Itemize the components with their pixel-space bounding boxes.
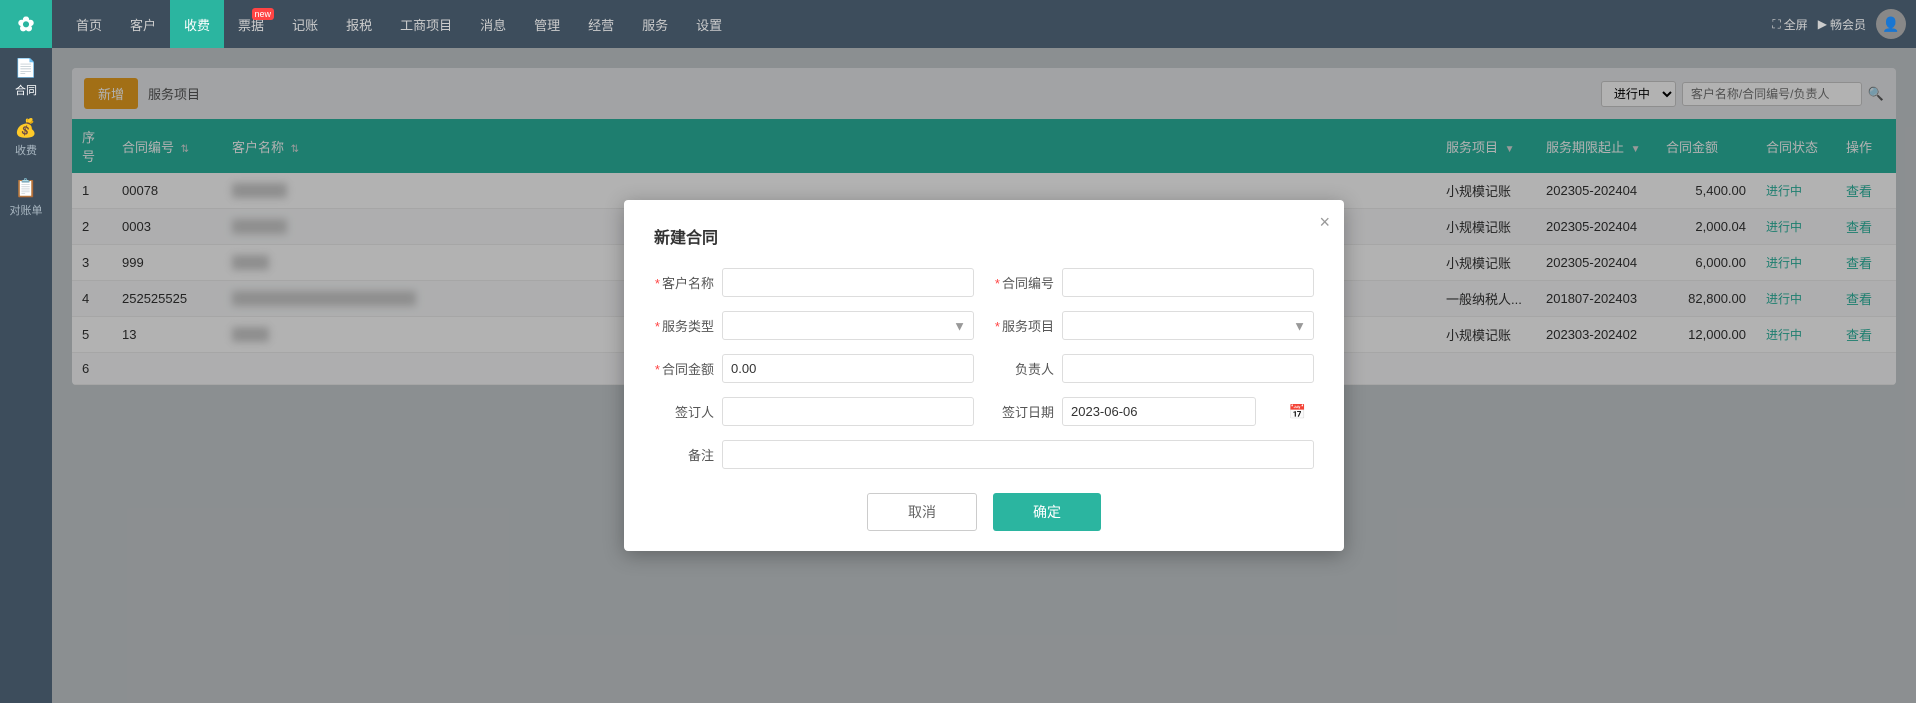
dialog-overlay: 新建合同 × *客户名称 *合同编号 bbox=[52, 48, 1916, 703]
remark-label: 备注 bbox=[654, 445, 714, 464]
reconcile-icon: 📋 bbox=[15, 178, 37, 199]
nav-operate[interactable]: 经营 bbox=[574, 0, 628, 48]
cancel-button[interactable]: 取消 bbox=[867, 493, 977, 531]
calendar-icon[interactable]: 📅 bbox=[1289, 403, 1306, 420]
sidebar-item-receipt[interactable]: 💰 收费 bbox=[0, 108, 52, 168]
customer-name-label: *客户名称 bbox=[654, 273, 714, 292]
responsible-label: 负责人 bbox=[994, 359, 1054, 378]
date-wrap: 📅 bbox=[1062, 397, 1314, 426]
nav-ledger[interactable]: 记账 bbox=[278, 0, 332, 48]
service-item-select-wrap: ▼ bbox=[1062, 311, 1314, 340]
contract-amount-row: *合同金额 bbox=[654, 354, 974, 383]
contract-icon: 📄 bbox=[15, 58, 37, 79]
dialog-footer: 取消 确定 bbox=[654, 493, 1314, 531]
main-area: 首页 客户 收费 票据 new 记账 报税 工商项目 消息 管理 经营 服务 设… bbox=[52, 0, 1916, 703]
signer-row: 签订人 bbox=[654, 397, 974, 426]
nav-manage[interactable]: 管理 bbox=[520, 0, 574, 48]
avatar[interactable]: 👤 bbox=[1876, 9, 1906, 39]
contract-amount-input[interactable] bbox=[722, 354, 974, 383]
sidebar-item-label: 对账单 bbox=[10, 202, 43, 218]
dialog-title: 新建合同 bbox=[654, 224, 1314, 248]
sidebar: ✿ 📄 合同 💰 收费 📋 对账单 bbox=[0, 0, 52, 703]
service-item-select[interactable] bbox=[1062, 311, 1314, 340]
nav-receipt[interactable]: 收费 bbox=[170, 0, 224, 48]
receipt-icon: 💰 bbox=[15, 118, 37, 139]
nav-service[interactable]: 服务 bbox=[628, 0, 682, 48]
nav-settings[interactable]: 设置 bbox=[682, 0, 736, 48]
customer-name-row: *客户名称 bbox=[654, 268, 974, 297]
service-type-select-wrap: ▼ bbox=[722, 311, 974, 340]
remark-input[interactable] bbox=[722, 440, 1314, 469]
sign-date-label: 签订日期 bbox=[994, 402, 1054, 421]
nav-invoice[interactable]: 票据 new bbox=[224, 0, 278, 48]
nav-message[interactable]: 消息 bbox=[466, 0, 520, 48]
new-contract-dialog: 新建合同 × *客户名称 *合同编号 bbox=[624, 200, 1344, 551]
responsible-row: 负责人 bbox=[994, 354, 1314, 383]
contract-no-row: *合同编号 bbox=[994, 268, 1314, 297]
signer-label: 签订人 bbox=[654, 402, 714, 421]
content-area: 新增 服务项目 进行中 🔍 序号 合同编号 ⇅ bbox=[52, 48, 1916, 703]
contract-no-label: *合同编号 bbox=[994, 273, 1054, 292]
nav-tax[interactable]: 报税 bbox=[332, 0, 386, 48]
sign-date-row: 签订日期 📅 bbox=[994, 397, 1314, 426]
remark-row: 备注 bbox=[654, 440, 1314, 469]
nav-business[interactable]: 工商项目 bbox=[386, 0, 466, 48]
close-button[interactable]: × bbox=[1319, 212, 1330, 233]
service-item-row: *服务项目 ▼ bbox=[994, 311, 1314, 340]
form-grid: *客户名称 *合同编号 *服务类型 bbox=[654, 268, 1314, 469]
sidebar-logo: ✿ bbox=[0, 0, 52, 48]
contract-no-input[interactable] bbox=[1062, 268, 1314, 297]
service-item-label: *服务项目 bbox=[994, 316, 1054, 335]
confirm-button[interactable]: 确定 bbox=[993, 493, 1101, 531]
service-type-select[interactable] bbox=[722, 311, 974, 340]
sidebar-item-label: 合同 bbox=[15, 82, 37, 98]
topnav-right: ⛶ 全屏 ▶ 畅会员 👤 bbox=[1772, 9, 1906, 39]
new-badge: new bbox=[252, 8, 275, 20]
service-type-row: *服务类型 ▼ bbox=[654, 311, 974, 340]
sidebar-item-contract[interactable]: 📄 合同 bbox=[0, 48, 52, 108]
member-button[interactable]: ▶ 畅会员 bbox=[1818, 16, 1866, 33]
customer-name-input[interactable] bbox=[722, 268, 974, 297]
signer-input[interactable] bbox=[722, 397, 974, 426]
sidebar-item-label: 收费 bbox=[15, 142, 37, 158]
contract-amount-label: *合同金额 bbox=[654, 359, 714, 378]
nav-home[interactable]: 首页 bbox=[62, 0, 116, 48]
nav-customer[interactable]: 客户 bbox=[116, 0, 170, 48]
responsible-input[interactable] bbox=[1062, 354, 1314, 383]
sidebar-item-reconcile[interactable]: 📋 对账单 bbox=[0, 168, 52, 228]
sign-date-input[interactable] bbox=[1062, 397, 1256, 426]
top-navigation: 首页 客户 收费 票据 new 记账 报税 工商项目 消息 管理 经营 服务 设… bbox=[52, 0, 1916, 48]
service-type-label: *服务类型 bbox=[654, 316, 714, 335]
fullscreen-button[interactable]: ⛶ 全屏 bbox=[1772, 16, 1807, 33]
